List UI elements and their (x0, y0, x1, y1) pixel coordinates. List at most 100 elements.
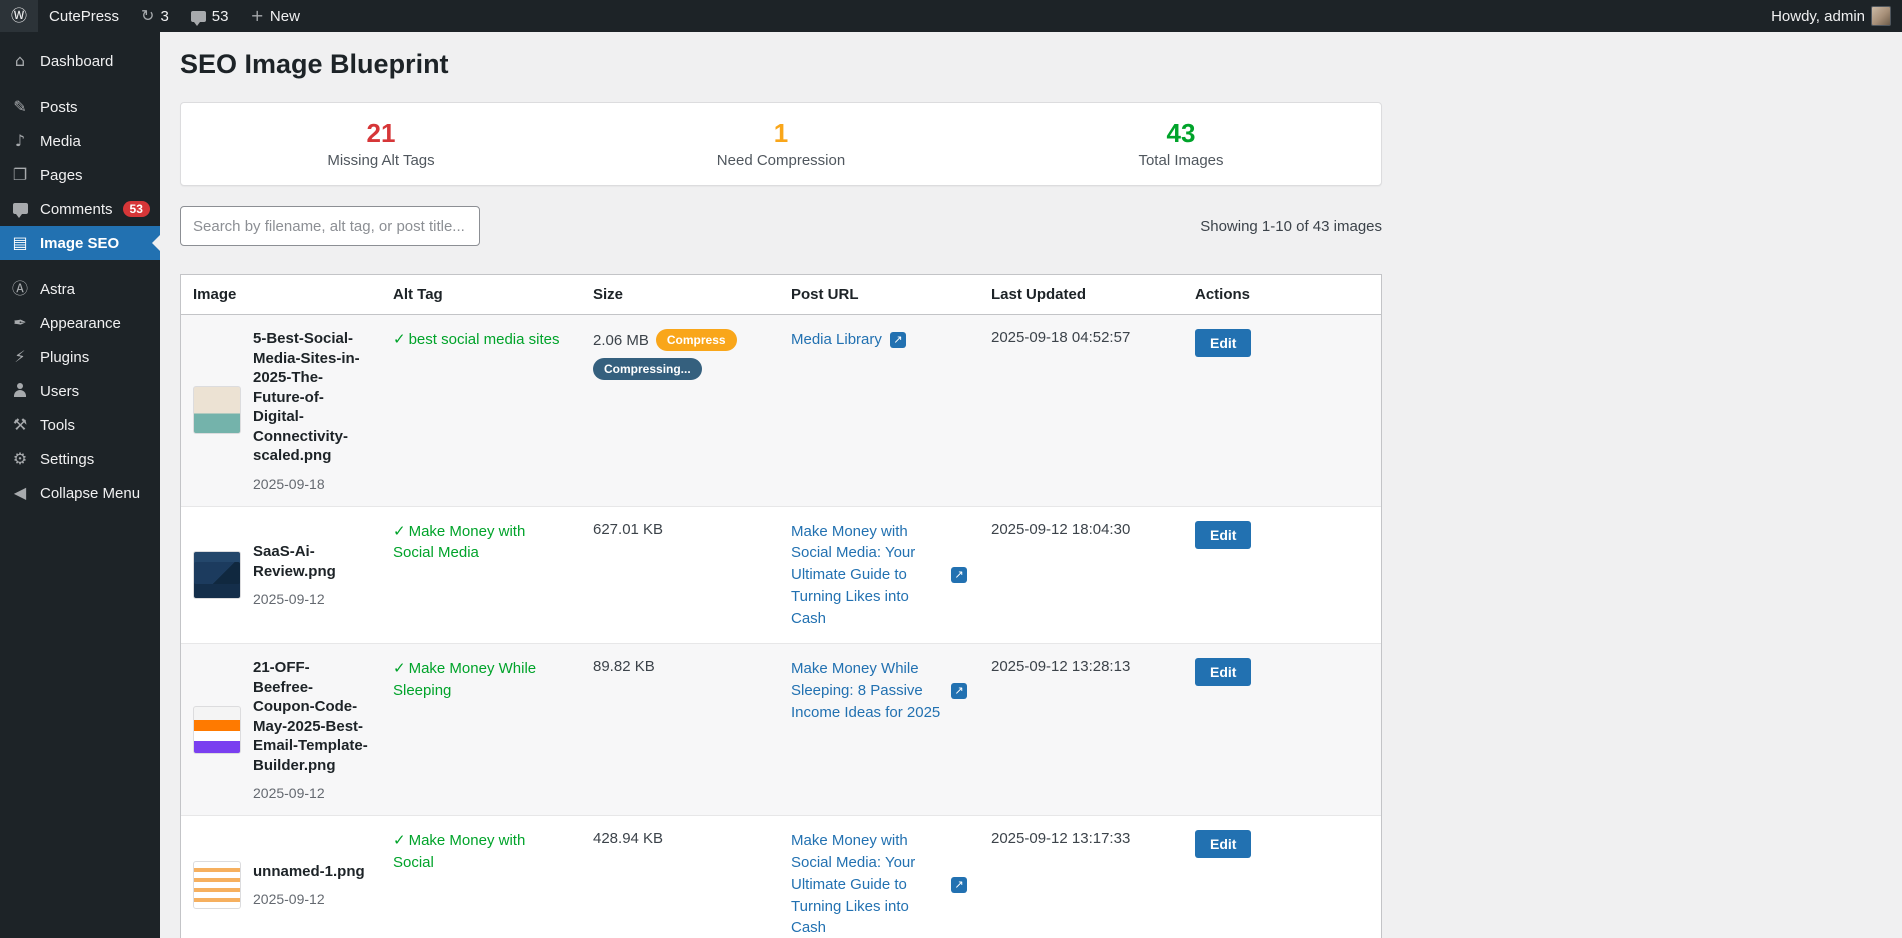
images-table: Image Alt Tag Size Post URL Last Updated… (180, 274, 1382, 938)
sidebar-item-posts[interactable]: ✎ Posts (0, 90, 160, 124)
sidebar-label: Astra (40, 280, 76, 298)
edit-button[interactable]: Edit (1195, 658, 1252, 687)
sidebar-label: Users (40, 382, 80, 400)
site-name-label: CutePress (49, 7, 120, 25)
appearance-icon: ✒ (13, 313, 27, 332)
check-icon: ✓ (393, 331, 406, 348)
external-link-icon: ↗ (951, 566, 967, 583)
image-thumbnail (193, 550, 241, 599)
table-row: unnamed-1.png 2025-09-12 ✓ Make Money wit… (181, 816, 1381, 938)
settings-icon: ⚙ (12, 449, 28, 468)
sidebar-label: Image SEO (40, 234, 120, 252)
stat-label: Total Images (1138, 151, 1224, 169)
check-icon: ✓ (393, 522, 406, 540)
post-url-link[interactable]: Make Money While Sleeping: 8 Passive Inc… (791, 658, 967, 723)
sidebar-separator (0, 260, 160, 272)
compressing-status-badge: Compressing... (593, 358, 702, 380)
account-menu[interactable]: Howdy, admin (1760, 0, 1902, 32)
new-content-button[interactable]: + New (239, 0, 310, 32)
alt-tag-text: Make Money with Social (393, 832, 526, 871)
sidebar-item-astra[interactable]: Ⓐ Astra (0, 272, 160, 306)
stat-total-images: 43 Total Images (981, 118, 1381, 169)
image-date: 2025-09-12 (253, 591, 325, 608)
sidebar-label: Tools (40, 416, 76, 434)
search-input[interactable] (180, 206, 480, 246)
external-link-icon: ↗ (951, 876, 967, 893)
table-row: SaaS-Ai-Review.png 2025-09-12 ✓ Make Mone… (181, 507, 1381, 645)
stat-value: 1 (773, 118, 789, 149)
sidebar-item-pages[interactable]: ❐ Pages (0, 158, 160, 192)
sidebar-label: Collapse Menu (40, 484, 141, 502)
compress-button[interactable]: Compress (655, 329, 737, 351)
file-size: 428.94 KB (593, 830, 664, 848)
pages-icon: ❐ (12, 165, 28, 184)
site-name[interactable]: CutePress (38, 0, 130, 32)
image-filename: unnamed-1.png (253, 862, 365, 880)
alt-tag-cell: ✓ Make Money While Sleeping (381, 644, 581, 815)
comments-icon (10, 201, 30, 218)
post-url-text: Make Money While Sleeping: 8 Passive Inc… (791, 660, 941, 721)
sidebar-item-plugins[interactable]: ⚡ Plugins (0, 340, 160, 374)
collapse-icon: ◀ (13, 483, 27, 502)
stat-label: Missing Alt Tags (327, 151, 435, 169)
comments-icon (190, 10, 206, 26)
admin-bar: Ⓦ CutePress ↻ 3 53 + New Howdy, admin (0, 0, 1902, 32)
header-image: Image (193, 286, 237, 303)
avatar (1871, 6, 1891, 26)
sidebar-item-image-seo[interactable]: ▤ Image SEO (0, 226, 160, 260)
sidebar-item-comments[interactable]: Comments 53 (0, 192, 160, 226)
sidebar-label: Settings (40, 450, 95, 468)
edit-button[interactable]: Edit (1195, 329, 1252, 357)
updates-icon: ↻ (141, 6, 155, 25)
header-alt-tag: Alt Tag (393, 286, 443, 303)
sidebar-item-tools[interactable]: ⚒ Tools (0, 408, 160, 442)
post-url-link[interactable]: Media Library ↗ (791, 329, 967, 351)
edit-button[interactable]: Edit (1195, 520, 1252, 549)
external-link-icon: ↗ (951, 682, 967, 699)
table-row: 5-Best-Social-Media-Sites-in-2025-The-Fu… (181, 315, 1381, 507)
sidebar-item-appearance[interactable]: ✒ Appearance (0, 306, 160, 340)
sidebar-item-settings[interactable]: ⚙ Settings (0, 442, 160, 476)
external-link-icon: ↗ (889, 331, 906, 348)
last-updated: 2025-09-18 04:52:57 (991, 329, 1131, 346)
sidebar-item-media[interactable]: ♪ Media (0, 124, 160, 158)
alt-tag-text: Make Money While Sleeping (393, 660, 537, 699)
image-date: 2025-09-12 (253, 891, 325, 908)
file-size: 2.06 MB (593, 331, 649, 349)
post-url-link[interactable]: Make Money with Social Media: Your Ultim… (791, 830, 967, 938)
header-last-updated: Last Updated (991, 286, 1087, 303)
image-thumbnail (193, 705, 241, 754)
wordpress-menu[interactable]: Ⓦ (0, 0, 39, 32)
results-count: Showing 1-10 of 43 images (1200, 217, 1382, 235)
page-title: SEO Image Blueprint (180, 49, 449, 79)
alt-tag-text: best social media sites (408, 331, 560, 348)
post-url-text: Make Money with Social Media: Your Ultim… (791, 522, 916, 627)
stat-missing-alt-tags: 21 Missing Alt Tags (181, 118, 581, 169)
stat-value: 43 (1166, 118, 1196, 149)
file-size: 627.01 KB (593, 520, 664, 538)
image-thumbnail (193, 386, 241, 435)
table-header-row: Image Alt Tag Size Post URL Last Updated… (181, 275, 1381, 315)
sidebar-separator (0, 78, 160, 90)
comments-indicator[interactable]: 53 (180, 0, 240, 32)
post-url-link[interactable]: Make Money with Social Media: Your Ultim… (791, 521, 967, 630)
sidebar-label: Appearance (40, 314, 121, 332)
posts-icon: ✎ (13, 97, 27, 116)
alt-tag-cell: ✓ Make Money with Social Media (381, 507, 581, 644)
sidebar-label: Plugins (40, 348, 90, 366)
sidebar-item-dashboard[interactable]: ⌂ Dashboard (0, 44, 160, 78)
toolbar-row: Showing 1-10 of 43 images (180, 206, 1382, 246)
plugins-icon: ⚡ (14, 347, 26, 366)
last-updated: 2025-09-12 18:04:30 (991, 520, 1131, 538)
stat-value: 21 (366, 118, 396, 149)
sidebar-item-users[interactable]: Users (0, 374, 160, 408)
main-content: SEO Image Blueprint 21 Missing Alt Tags … (160, 32, 1902, 938)
collapse-menu-button[interactable]: ◀ Collapse Menu (0, 476, 160, 510)
last-updated: 2025-09-12 13:17:33 (991, 830, 1131, 848)
edit-button[interactable]: Edit (1195, 830, 1252, 859)
image-filename: 21-OFF-Beefree-Coupon-Code-May-2025-Best… (253, 659, 368, 774)
users-icon (10, 382, 30, 400)
updates-indicator[interactable]: ↻ 3 (130, 0, 180, 32)
header-size: Size (593, 286, 624, 303)
stats-card: 21 Missing Alt Tags 1 Need Compression 4… (180, 102, 1382, 186)
